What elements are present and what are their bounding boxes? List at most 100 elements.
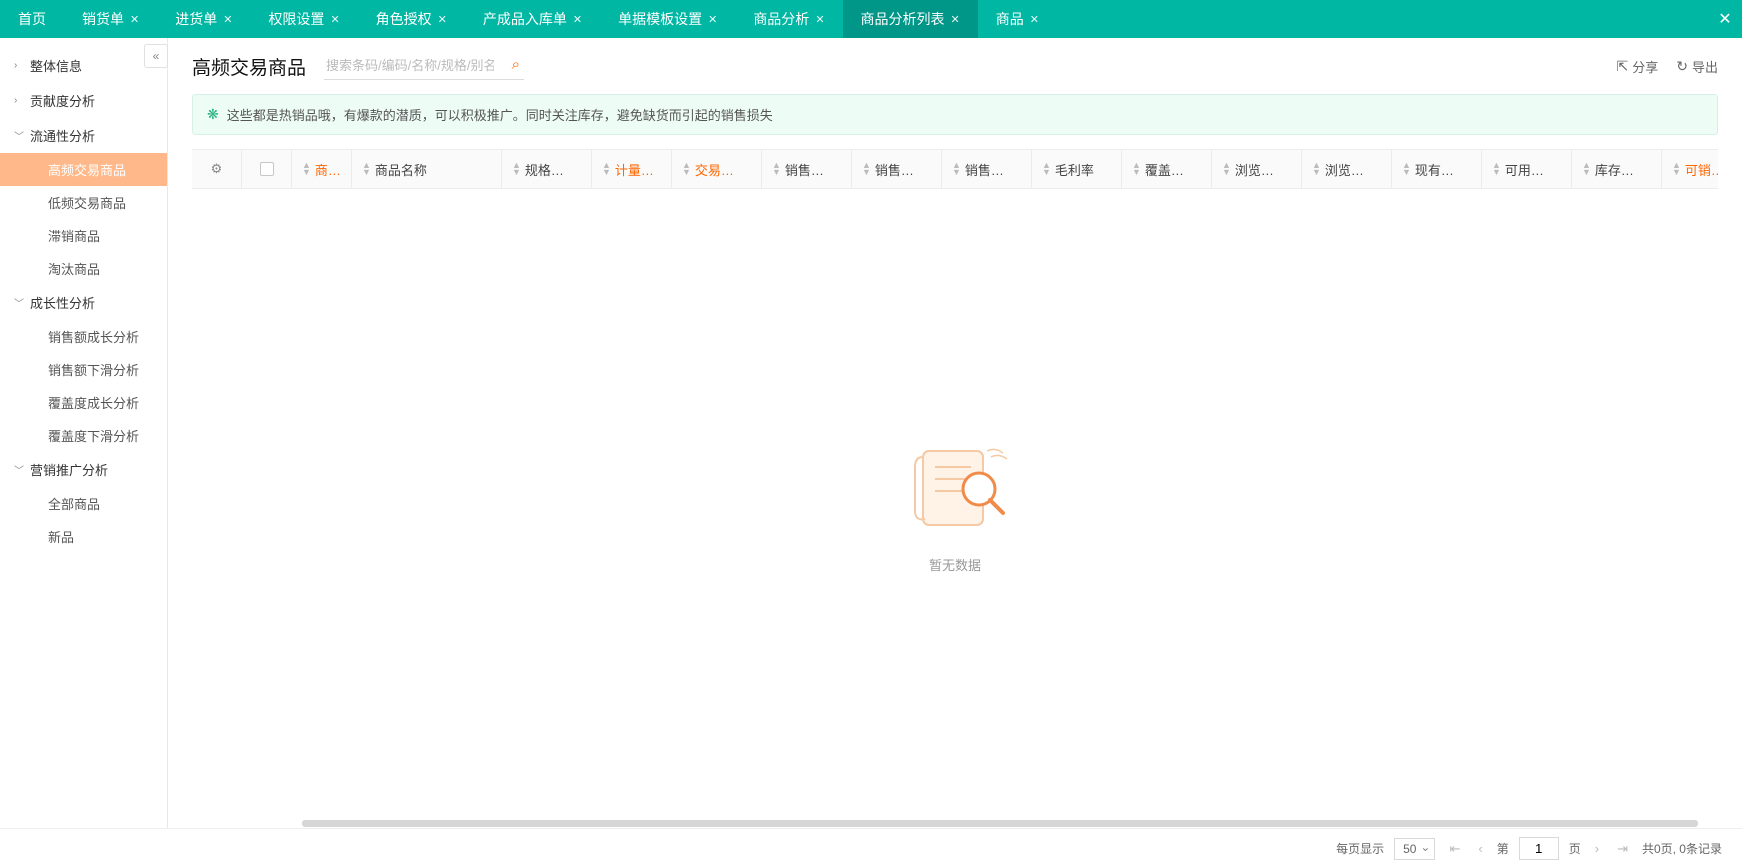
sort-icon[interactable]: ▲▼ xyxy=(602,162,611,176)
table-scroll[interactable]: ⚙▲▼商…▲▼商品名称▲▼规格…▲▼计量…▲▼交易…▲▼销售…▲▼销售…▲▼销售… xyxy=(192,149,1718,189)
sidebar-group[interactable]: ﹀流通性分析 xyxy=(0,118,167,153)
sidebar-item[interactable]: 覆盖度下滑分析 xyxy=(0,419,167,452)
column-header[interactable]: ▲▼库存… xyxy=(1572,150,1662,188)
chevron-down-icon: ﹀ xyxy=(14,295,24,310)
top-tab[interactable]: 角色授权✕ xyxy=(358,0,465,38)
close-icon[interactable]: ✕ xyxy=(708,13,717,26)
column-header[interactable]: ▲▼ 销售… xyxy=(942,150,1032,188)
sidebar-group[interactable]: ›整体信息 xyxy=(0,48,167,83)
search-icon[interactable]: ⌕ xyxy=(512,56,520,73)
bulb-icon: ❋ xyxy=(207,106,219,123)
sidebar-item[interactable]: 覆盖度成长分析 xyxy=(0,386,167,419)
sort-icon[interactable]: ▲▼ xyxy=(682,162,691,176)
column-header[interactable]: ▲▼可销… xyxy=(1662,150,1718,188)
column-header[interactable]: ▲▼可用… xyxy=(1482,150,1572,188)
sort-icon[interactable]: ▲▼ xyxy=(1402,162,1411,176)
next-page-button[interactable]: › xyxy=(1591,841,1603,856)
top-tab[interactable]: 单据模板设置 ✕ xyxy=(600,0,735,38)
sort-icon[interactable]: ▲▼ xyxy=(302,162,311,176)
sidebar-item[interactable]: 淘汰商品 xyxy=(0,252,167,285)
close-icon[interactable]: ✕ xyxy=(815,13,824,26)
page-size-select[interactable]: 50 xyxy=(1394,838,1435,860)
sidebar-group[interactable]: ﹀营销推广分析 xyxy=(0,452,167,487)
page-title: 高频交易商品 xyxy=(192,53,306,80)
sidebar-item[interactable]: 新品 xyxy=(0,520,167,553)
column-header[interactable]: ▲▼现有… xyxy=(1392,150,1482,188)
select-all-checkbox[interactable] xyxy=(260,162,274,176)
export-label: 导出 xyxy=(1692,57,1718,76)
export-button[interactable]: ↻导出 xyxy=(1676,57,1718,76)
column-header[interactable]: ▲▼交易… xyxy=(672,150,762,188)
column-header[interactable]: ▲▼毛利率 xyxy=(1032,150,1122,188)
table-header-row: ⚙▲▼商…▲▼商品名称▲▼规格…▲▼计量…▲▼交易…▲▼销售…▲▼销售…▲▼销售… xyxy=(192,149,1718,189)
sort-icon[interactable]: ▲▼ xyxy=(772,162,781,176)
sort-icon[interactable]: ▲▼ xyxy=(1132,162,1141,176)
close-icon[interactable]: ✕ xyxy=(573,13,582,26)
share-button[interactable]: ⇱分享 xyxy=(1617,57,1659,76)
banner-text: 这些都是热销品哦，有爆款的潜质，可以积极推广。同时关注库存，避免缺货而引起的销售… xyxy=(227,105,773,124)
column-header[interactable]: ▲▼商品名称 xyxy=(352,150,502,188)
sort-icon[interactable]: ▲▼ xyxy=(1492,162,1501,176)
top-tab[interactable]: 销货单✕ xyxy=(64,0,157,38)
column-label: 销售… xyxy=(965,160,1004,179)
tab-label: 权限设置 xyxy=(268,9,324,29)
close-all-tabs-button[interactable]: ✕ xyxy=(1708,0,1742,38)
sidebar-item[interactable]: 低频交易商品 xyxy=(0,186,167,219)
prev-page-button[interactable]: ‹ xyxy=(1474,841,1486,856)
sidebar-item[interactable]: 高频交易商品 xyxy=(0,153,167,186)
sort-icon[interactable]: ▲▼ xyxy=(862,162,871,176)
search-input[interactable] xyxy=(324,52,524,80)
sidebar-group-label: 营销推广分析 xyxy=(30,460,108,479)
sort-icon[interactable]: ▲▼ xyxy=(1222,162,1231,176)
sort-icon[interactable]: ▲▼ xyxy=(512,162,521,176)
column-header[interactable]: ▲▼商… xyxy=(292,150,352,188)
top-tab[interactable]: 权限设置 ✕ xyxy=(250,0,357,38)
column-header[interactable]: ▲▼销售… xyxy=(762,150,852,188)
top-tab[interactable]: 进货单✕ xyxy=(157,0,250,38)
tab-label: 商品分析 xyxy=(753,9,809,29)
per-page-label: 每页显示 xyxy=(1336,840,1384,857)
column-header[interactable]: ▲▼ 规格… xyxy=(502,150,592,188)
sort-icon[interactable]: ▲▼ xyxy=(1312,162,1321,176)
last-page-button[interactable]: ⇥ xyxy=(1613,841,1632,857)
top-tab-bar: 首页销货单✕进货单✕权限设置✕角色授权✕产成品入库单✕单据模板设置✕商品分析✕商… xyxy=(0,0,1742,38)
close-icon[interactable]: ✕ xyxy=(330,13,339,26)
close-icon[interactable]: ✕ xyxy=(1030,13,1039,26)
sidebar-group[interactable]: ›贡献度分析 xyxy=(0,83,167,118)
tab-label: 商品 xyxy=(996,9,1024,29)
first-page-button[interactable]: ⇤ xyxy=(1445,841,1464,857)
column-header[interactable]: ▲▼计量… xyxy=(592,150,672,188)
sort-icon[interactable]: ▲▼ xyxy=(952,162,961,176)
top-tab[interactable]: 商品分析 ✕ xyxy=(735,0,842,38)
sidebar-group[interactable]: ﹀成长性分析 xyxy=(0,285,167,320)
sort-icon[interactable]: ▲▼ xyxy=(362,162,371,176)
page-number-input[interactable] xyxy=(1519,837,1559,860)
column-header[interactable]: ▲▼浏览… xyxy=(1302,150,1392,188)
sort-icon[interactable]: ▲▼ xyxy=(1042,162,1051,176)
top-tab[interactable]: 商品 ✕ xyxy=(978,0,1057,38)
column-header[interactable]: ▲▼浏览… xyxy=(1212,150,1302,188)
sidebar-item[interactable]: 全部商品 xyxy=(0,487,167,520)
close-icon[interactable]: ✕ xyxy=(438,13,447,26)
sidebar-item[interactable]: 销售额下滑分析 xyxy=(0,353,167,386)
sort-icon[interactable]: ▲▼ xyxy=(1672,162,1681,176)
column-header[interactable]: ▲▼覆盖… xyxy=(1122,150,1212,188)
sidebar-item[interactable]: 销售额成长分析 xyxy=(0,320,167,353)
close-icon[interactable]: ✕ xyxy=(951,13,960,26)
tab-label: 产成品入库单 xyxy=(483,9,567,29)
top-tab[interactable]: 商品分析列表✕ xyxy=(843,0,978,38)
close-icon[interactable]: ✕ xyxy=(223,13,232,26)
share-label: 分享 xyxy=(1632,57,1658,76)
column-label: 规格… xyxy=(525,160,564,179)
sidebar-collapse-button[interactable]: « xyxy=(144,44,168,68)
column-settings-button[interactable]: ⚙ xyxy=(192,150,242,188)
horizontal-scrollbar[interactable] xyxy=(192,818,1718,828)
close-icon[interactable]: ✕ xyxy=(130,13,139,26)
top-tab[interactable]: 首页 xyxy=(0,0,64,38)
sort-icon[interactable]: ▲▼ xyxy=(1582,162,1591,176)
top-tab[interactable]: 产成品入库单 ✕ xyxy=(465,0,600,38)
sidebar-item[interactable]: 滞销商品 xyxy=(0,219,167,252)
tab-label: 单据模板设置 xyxy=(618,9,702,29)
column-header[interactable]: ▲▼销售… xyxy=(852,150,942,188)
chevron-right-icon: › xyxy=(14,95,24,106)
